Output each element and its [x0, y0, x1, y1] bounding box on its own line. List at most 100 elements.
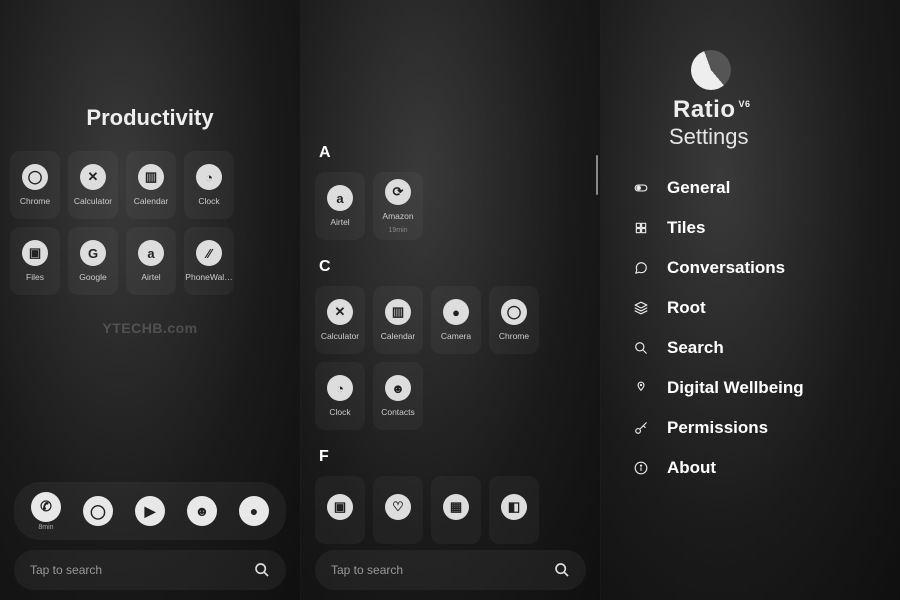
menu-item-conversations[interactable]: Conversations: [631, 258, 900, 278]
app-tile-chrome[interactable]: ◯ Chrome: [489, 286, 539, 354]
dock-usage: 8min: [38, 524, 53, 531]
dock: ✆ 8min ◯ ▶ ☻ ●: [14, 482, 286, 540]
app-tile-calendar[interactable]: ▥ Calendar: [126, 151, 176, 219]
app-tile-calculator[interactable]: ✕ Calculator: [315, 286, 365, 354]
app-tile-calculator[interactable]: ✕ Calculator: [68, 151, 118, 219]
phonewall-icon: ⁄⁄: [196, 240, 222, 266]
menu-item-search[interactable]: Search: [631, 338, 900, 358]
app-label: Calculator: [74, 196, 112, 206]
drawer-content[interactable]: AaAirtel⟳Amazon19minC✕Calculator▥Calenda…: [301, 0, 600, 600]
app-row: aAirtel⟳Amazon19min: [315, 172, 588, 240]
dock-person-icon[interactable]: ☻: [187, 496, 217, 526]
clock-icon: ◔: [196, 164, 222, 190]
scroll-indicator: [596, 155, 598, 195]
calculator-icon: ✕: [80, 164, 106, 190]
app-tile-amazon[interactable]: ⟳Amazon19min: [373, 172, 423, 240]
calculator-icon: ✕: [327, 299, 353, 325]
app-label: Calculator: [321, 331, 359, 341]
menu-label: Root: [667, 298, 706, 318]
app-tile-airtel[interactable]: a Airtel: [126, 227, 176, 295]
dock-camera-icon[interactable]: ●: [239, 496, 269, 526]
app-tile-google[interactable]: G Google: [68, 227, 118, 295]
key-icon: [631, 421, 651, 435]
watermark: YTECHB.com: [0, 320, 300, 336]
menu-label: Search: [667, 338, 724, 358]
app-tile-files[interactable]: ▣: [315, 476, 365, 544]
menu-item-about[interactable]: About: [631, 458, 900, 478]
app-tile-clock[interactable]: ◔Clock: [315, 362, 365, 430]
search-input[interactable]: Tap to search: [315, 550, 586, 590]
search-input[interactable]: Tap to search: [14, 550, 286, 590]
person-icon: ☻: [385, 375, 411, 401]
chrome-icon: ◯: [501, 299, 527, 325]
wellbeing-icon: [631, 381, 651, 395]
app-label: Google: [79, 272, 106, 282]
dock-phone-icon[interactable]: ✆: [31, 492, 61, 522]
menu-label: Tiles: [667, 218, 705, 238]
tiles-icon: [631, 221, 651, 235]
app-tile-clock[interactable]: ◔ Clock: [184, 151, 234, 219]
layers-icon: [631, 301, 651, 315]
app-tile-calendar[interactable]: ▥Calendar: [373, 286, 423, 354]
menu-label: General: [667, 178, 730, 198]
app-tile-generic[interactable]: ◧: [489, 476, 539, 544]
app-row: ▣ ♡ ▦ ◧: [315, 476, 588, 544]
app-tile-airtel[interactable]: a Airtel: [315, 172, 365, 240]
app-drawer-panel: AaAirtel⟳Amazon19minC✕Calculator▥Calenda…: [300, 0, 600, 600]
generic-icon: ◧: [501, 494, 527, 520]
menu-label: Conversations: [667, 258, 785, 278]
app-label: Amazon: [382, 211, 413, 221]
airtel-icon: a: [138, 240, 164, 266]
dock-chrome-icon[interactable]: ◯: [83, 496, 113, 526]
google-icon: G: [80, 240, 106, 266]
search-placeholder: Tap to search: [30, 563, 102, 577]
app-label: Chrome: [20, 196, 50, 206]
app-tile-files[interactable]: ▣ Files: [10, 227, 60, 295]
menu-item-permissions[interactable]: Permissions: [631, 418, 900, 438]
menu-label: Digital Wellbeing: [667, 378, 804, 398]
app-tile-contacts[interactable]: ☻ Contacts: [373, 362, 423, 430]
app-label: Chrome: [499, 331, 529, 341]
app-label: Calendar: [134, 196, 169, 206]
menu-item-digital-wellbeing[interactable]: Digital Wellbeing: [631, 378, 900, 398]
settings-panel: RatioV6 Settings GeneralTilesConversatio…: [600, 0, 900, 600]
airtel-icon: a: [327, 185, 353, 211]
chrome-icon: ◯: [22, 164, 48, 190]
app-label: Contacts: [381, 407, 415, 417]
app-row: ✕ Calculator ▥Calendar●Camera ◯ Chrome ◔Clock…: [315, 286, 588, 430]
toggle-icon: [631, 181, 651, 195]
files-icon: ▣: [22, 240, 48, 266]
amazon-icon: ⟳: [385, 179, 411, 205]
menu-label: Permissions: [667, 418, 768, 438]
app-label: PhoneWal…: [185, 272, 232, 282]
dock-play-icon[interactable]: ▶: [135, 496, 165, 526]
app-label: Airtel: [141, 272, 160, 282]
info-icon: [631, 461, 651, 475]
menu-item-general[interactable]: General: [631, 178, 900, 198]
app-tile-chrome[interactable]: ◯ Chrome: [10, 151, 60, 219]
menu-label: About: [667, 458, 716, 478]
app-tile-fit[interactable]: ♡: [373, 476, 423, 544]
app-label: Files: [26, 272, 44, 282]
app-label: Airtel: [330, 217, 349, 227]
section-letter-A: A: [319, 144, 588, 162]
settings-title: Settings: [669, 124, 900, 150]
section-letter-F: F: [319, 448, 588, 466]
gallery-icon: ▦: [443, 494, 469, 520]
home-panel: Productivity ◯Chrome✕Calculator▥Calendar…: [0, 0, 300, 600]
app-tile-phonewal…[interactable]: ⁄⁄ PhoneWal…: [184, 227, 234, 295]
menu-item-root[interactable]: Root: [631, 298, 900, 318]
search-icon: [554, 562, 570, 578]
app-label: Camera: [441, 331, 471, 341]
app-label: Clock: [198, 196, 219, 206]
search-placeholder: Tap to search: [331, 563, 403, 577]
menu-item-tiles[interactable]: Tiles: [631, 218, 900, 238]
fit-icon: ♡: [385, 494, 411, 520]
productivity-grid: ◯ Chrome ✕ Calculator ▥ Calendar ◔ Clock ▣ Files G…: [0, 151, 300, 295]
files-icon: ▣: [327, 494, 353, 520]
calendar-icon: ▥: [138, 164, 164, 190]
app-tile-gallery[interactable]: ▦: [431, 476, 481, 544]
app-tile-camera[interactable]: ●Camera: [431, 286, 481, 354]
settings-menu: General Tiles Conversations Root Search Digit…: [631, 178, 900, 478]
search-icon: [254, 562, 270, 578]
